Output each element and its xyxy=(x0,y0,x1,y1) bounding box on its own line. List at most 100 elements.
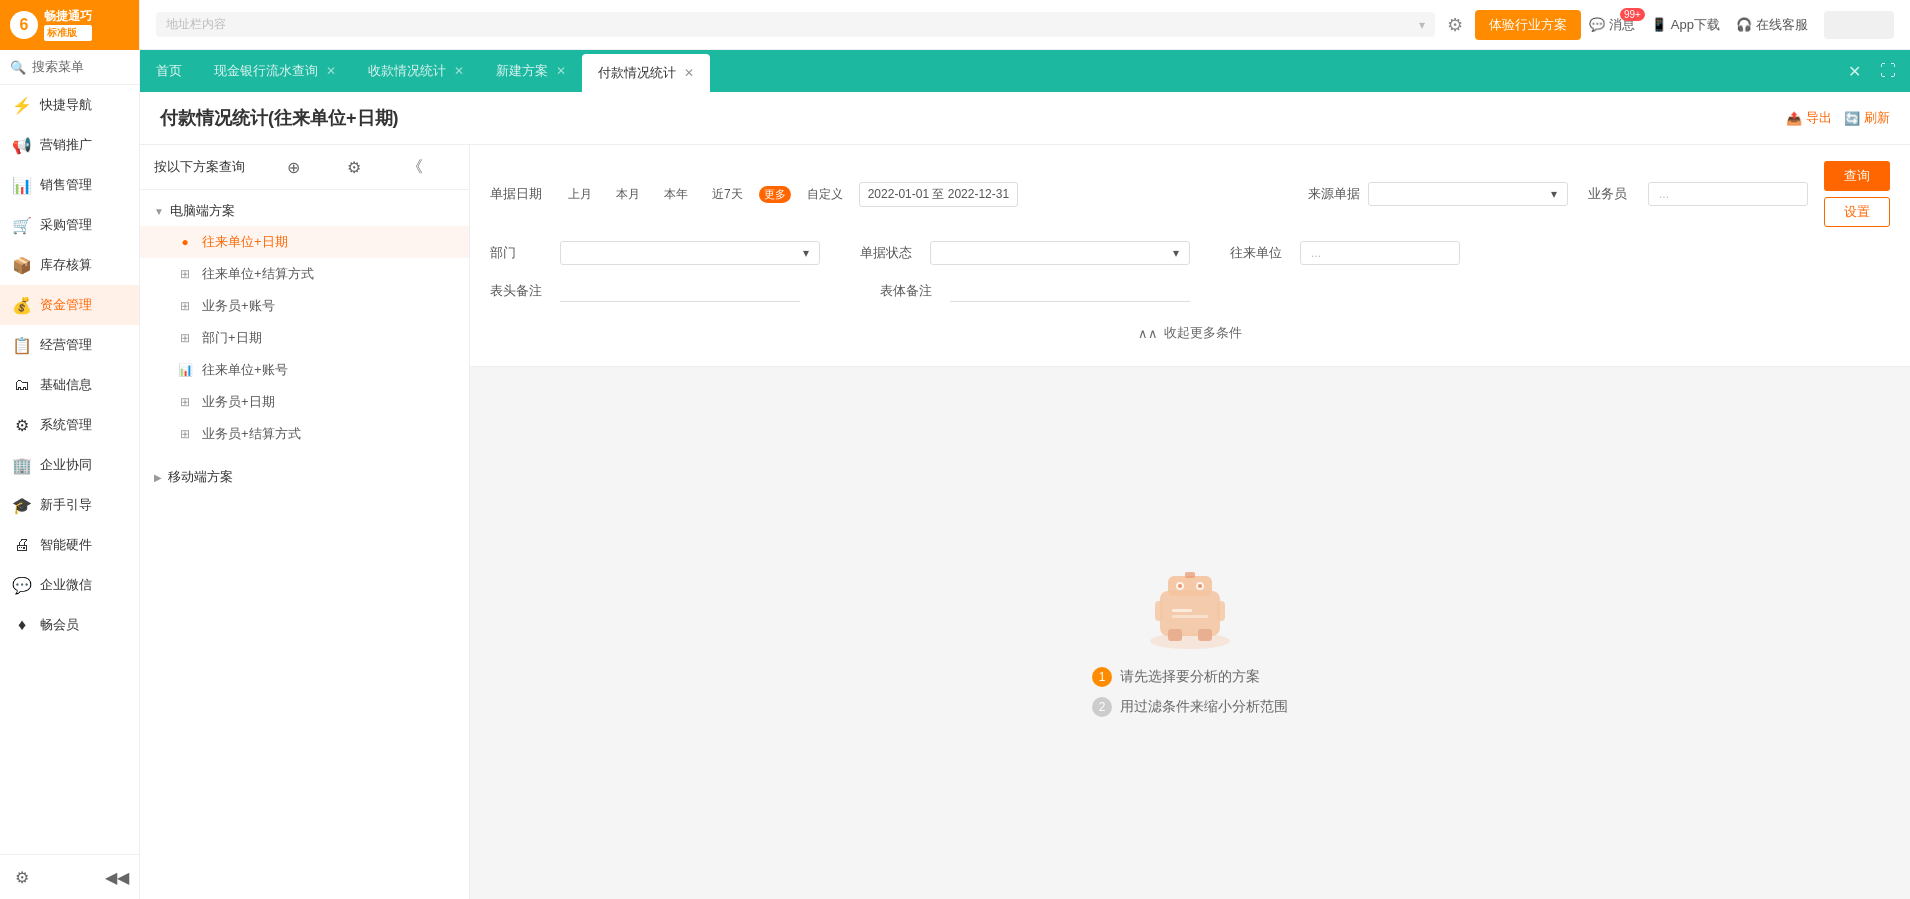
body-remark-input[interactable] xyxy=(950,279,1190,302)
sidebar-item-sales[interactable]: 📊 销售管理 xyxy=(0,165,139,205)
tab-close-icon[interactable]: ✕ xyxy=(454,64,464,78)
query-button[interactable]: 查询 xyxy=(1824,161,1890,191)
tab-new-scheme[interactable]: 新建方案 ✕ xyxy=(480,50,582,92)
online-service-btn[interactable]: 🎧 在线客服 xyxy=(1736,16,1808,34)
sidebar-item-hardware[interactable]: 🖨 智能硬件 xyxy=(0,525,139,565)
scheme-item-5[interactable]: ⊞ 业务员+日期 xyxy=(140,386,469,418)
export-button[interactable]: 📤 导出 xyxy=(1786,109,1832,127)
tab-receipt-stats[interactable]: 收款情况统计 ✕ xyxy=(352,50,480,92)
tab-payment-stats[interactable]: 付款情况统计 ✕ xyxy=(582,54,710,92)
counterpart-select[interactable]: ... xyxy=(1300,241,1460,265)
chevron-up-icon: ∧∧ xyxy=(1138,326,1158,341)
address-dropdown-icon[interactable]: ▾ xyxy=(1419,18,1425,32)
scheme-item-1[interactable]: ⊞ 往来单位+结算方式 xyxy=(140,258,469,290)
tab-cash-bank[interactable]: 现金银行流水查询 ✕ xyxy=(198,50,352,92)
message-badge: 99+ xyxy=(1620,8,1645,21)
fund-icon: 💰 xyxy=(12,295,32,315)
scheme-item-0[interactable]: ● 往来单位+日期 xyxy=(140,226,469,258)
refresh-icon: 🔄 xyxy=(1844,111,1860,126)
svg-rect-8 xyxy=(1155,601,1163,621)
sidebar-item-enterprise[interactable]: 🏢 企业协同 xyxy=(0,445,139,485)
svg-rect-13 xyxy=(1172,615,1208,618)
source-select[interactable]: ▾ xyxy=(1368,182,1568,206)
scheme-item-label: 往来单位+日期 xyxy=(202,233,288,251)
desktop-schemes-header[interactable]: ▼ 电脑端方案 xyxy=(140,196,469,226)
sidebar-item-guide[interactable]: 🎓 新手引导 xyxy=(0,485,139,525)
sidebar-item-label: 企业协同 xyxy=(40,456,92,474)
sales-icon: 📊 xyxy=(12,175,32,195)
header-remark-input[interactable] xyxy=(560,279,800,302)
date-last-month-btn[interactable]: 上月 xyxy=(560,183,600,206)
scheme-chart-icon: 📊 xyxy=(176,361,194,379)
export-icon: 📤 xyxy=(1786,111,1802,126)
settings-gear-icon[interactable]: ⚙ xyxy=(1443,13,1467,37)
sidebar-item-system[interactable]: ⚙ 系统管理 xyxy=(0,405,139,445)
sidebar-item-basic-info[interactable]: 🗂 基础信息 xyxy=(0,365,139,405)
add-scheme-icon[interactable]: ⊕ xyxy=(282,155,306,179)
scheme-item-6[interactable]: ⊞ 业务员+结算方式 xyxy=(140,418,469,450)
tab-close-icon[interactable]: ✕ xyxy=(326,64,336,78)
tip-text-1: 请先选择要分析的方案 xyxy=(1120,668,1260,686)
tab-bar: 首页 现金银行流水查询 ✕ 收款情况统计 ✕ 新建方案 ✕ 付款情况统计 ✕ ✕… xyxy=(140,50,1910,92)
salesperson-select[interactable]: ... xyxy=(1648,182,1808,206)
tab-close-icon[interactable]: ✕ xyxy=(556,64,566,78)
chevron-down-icon: ▾ xyxy=(1173,246,1179,260)
scheme-item-4[interactable]: 📊 往来单位+账号 xyxy=(140,354,469,386)
tab-home[interactable]: 首页 xyxy=(140,50,198,92)
sidebar-item-quick-nav[interactable]: ⚡ 快捷导航 xyxy=(0,85,139,125)
maximize-icon[interactable]: ⛶ xyxy=(1876,59,1900,83)
tab-close-icon[interactable]: ✕ xyxy=(684,66,694,80)
desktop-schemes-label: 电脑端方案 xyxy=(170,202,235,220)
address-bar[interactable]: 地址栏内容 ▾ xyxy=(156,12,1435,37)
sidebar-item-wechat[interactable]: 💬 企业微信 xyxy=(0,565,139,605)
scheme-item-label: 业务员+结算方式 xyxy=(202,425,301,443)
online-service-label: 在线客服 xyxy=(1756,16,1808,34)
app-download-btn[interactable]: 📱 App下载 xyxy=(1651,16,1720,34)
inventory-icon: 📦 xyxy=(12,255,32,275)
scheme-item-3[interactable]: ⊞ 部门+日期 xyxy=(140,322,469,354)
scheme-table-icon: ⊞ xyxy=(176,425,194,443)
chevron-down-icon: ▾ xyxy=(1551,187,1557,201)
logo-icon: 6 xyxy=(10,11,38,39)
trial-scheme-button[interactable]: 体验行业方案 xyxy=(1475,10,1581,40)
left-panel: 按以下方案查询 ⊕ ⚙ 《 ▼ 电脑端方案 ● 往来单位+日期 ⊞ xyxy=(140,145,470,899)
scheme-table-icon: ⊞ xyxy=(176,297,194,315)
app-logo: 6 畅捷通巧 标准版 xyxy=(0,0,139,50)
basic-info-icon: 🗂 xyxy=(12,375,32,395)
voucher-status-select[interactable]: ▾ xyxy=(930,241,1190,265)
scheme-settings-icon[interactable]: ⚙ xyxy=(342,155,366,179)
date-this-month-btn[interactable]: 本月 xyxy=(608,183,648,206)
collapse-more-button[interactable]: ∧∧ 收起更多条件 xyxy=(490,316,1890,350)
date-more-tag[interactable]: 更多 xyxy=(759,186,791,203)
scheme-item-label: 业务员+日期 xyxy=(202,393,275,411)
sidebar-item-fund[interactable]: 💰 资金管理 xyxy=(0,285,139,325)
date-range-display[interactable]: 2022-01-01 至 2022-12-31 xyxy=(859,182,1018,207)
sidebar-item-operation[interactable]: 📋 经营管理 xyxy=(0,325,139,365)
close-tab-icon[interactable]: ✕ xyxy=(1842,59,1866,83)
export-label: 导出 xyxy=(1806,109,1832,127)
sidebar-item-label: 智能硬件 xyxy=(40,536,92,554)
scheme-item-2[interactable]: ⊞ 业务员+账号 xyxy=(140,290,469,322)
collapse-sidebar-icon[interactable]: ◀◀ xyxy=(105,865,129,889)
date-this-year-btn[interactable]: 本年 xyxy=(656,183,696,206)
sidebar-item-inventory[interactable]: 📦 库存核算 xyxy=(0,245,139,285)
tab-home-label: 首页 xyxy=(156,62,182,80)
sidebar-item-marketing[interactable]: 📢 营销推广 xyxy=(0,125,139,165)
mobile-schemes-header[interactable]: ▶ 移动端方案 xyxy=(140,462,469,492)
message-btn[interactable]: 💬 消息 99+ xyxy=(1589,16,1635,34)
dept-select[interactable]: ▾ xyxy=(560,241,820,265)
user-avatar[interactable] xyxy=(1824,11,1894,39)
date-last-7-days-btn[interactable]: 近7天 xyxy=(704,183,751,206)
sidebar-item-vip[interactable]: ♦ 畅会员 xyxy=(0,605,139,645)
refresh-button[interactable]: 🔄 刷新 xyxy=(1844,109,1890,127)
empty-svg xyxy=(1130,551,1250,651)
date-custom-btn[interactable]: 自定义 xyxy=(799,183,851,206)
sidebar-item-purchase[interactable]: 🛒 采购管理 xyxy=(0,205,139,245)
sidebar-item-label: 基础信息 xyxy=(40,376,92,394)
collapse-panel-icon[interactable]: 《 xyxy=(403,155,427,179)
salesperson-value: ... xyxy=(1659,187,1797,201)
settings-button[interactable]: 设置 xyxy=(1824,197,1890,227)
empty-illustration xyxy=(1130,551,1250,651)
search-menu[interactable]: 🔍 搜索菜单 xyxy=(0,50,139,85)
settings-icon[interactable]: ⚙ xyxy=(10,865,34,889)
